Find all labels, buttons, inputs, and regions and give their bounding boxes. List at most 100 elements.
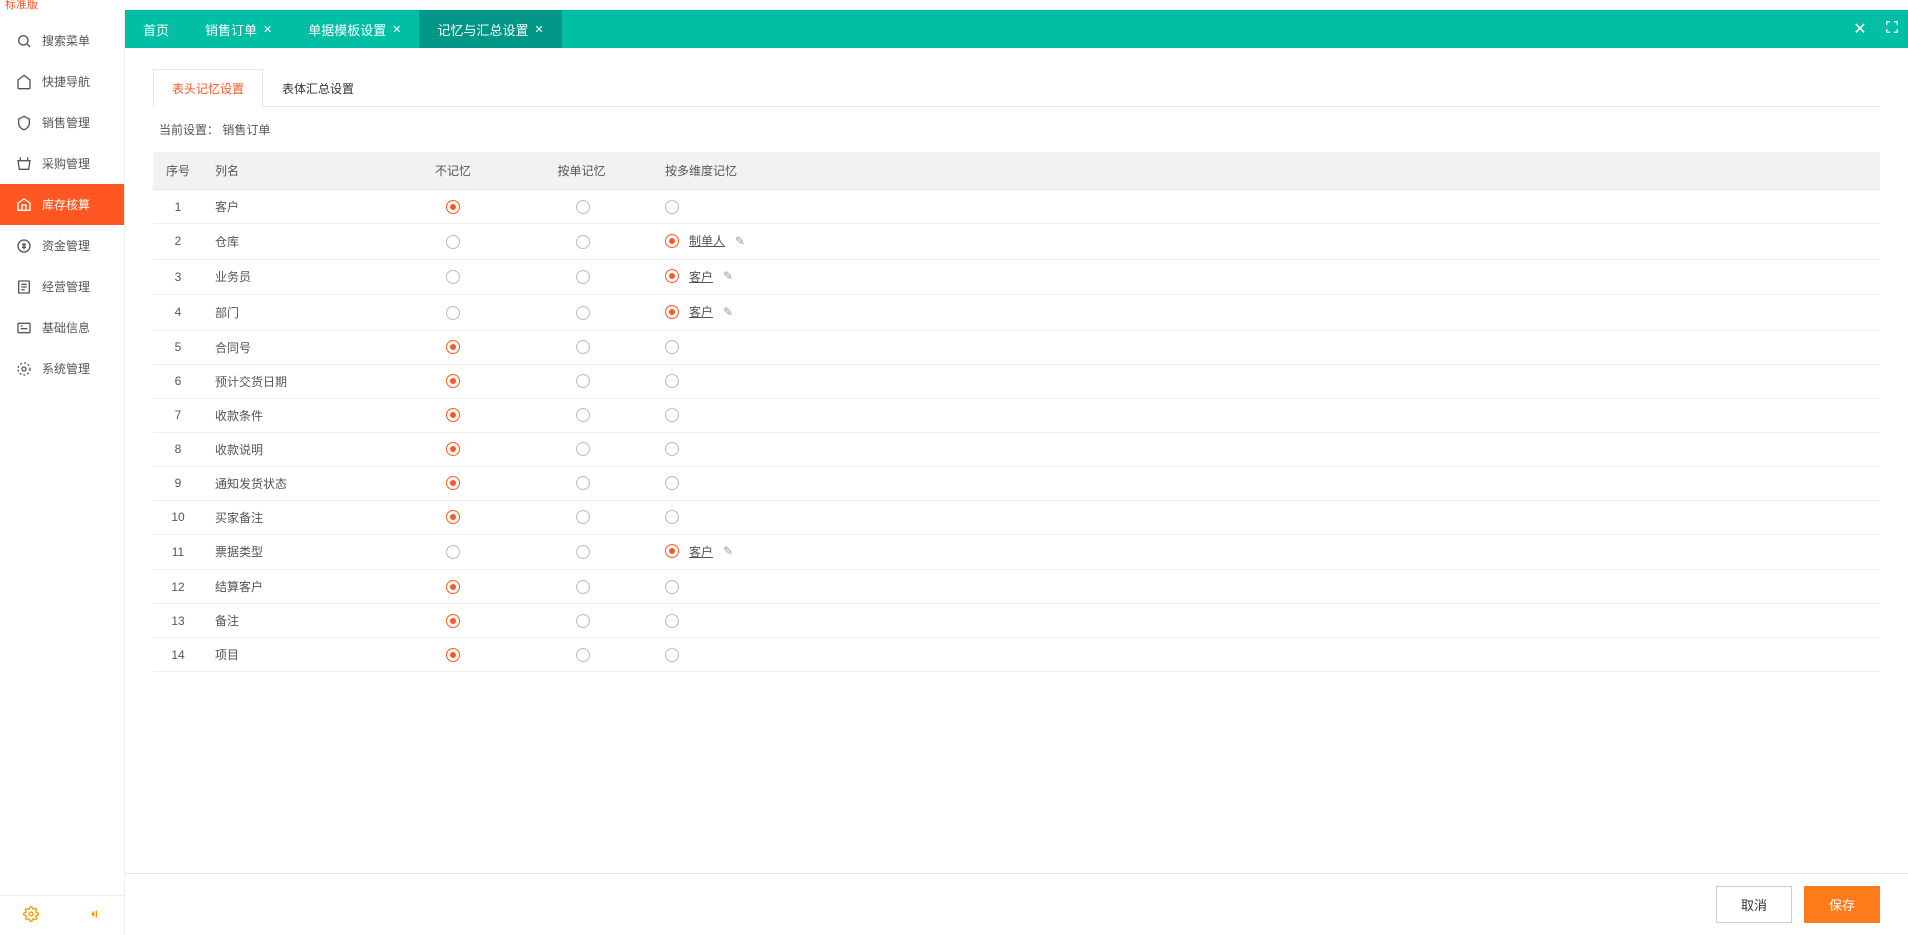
radio-doc[interactable] [576, 200, 590, 214]
radio-doc[interactable] [576, 306, 590, 320]
sidebar-item-purchase-mgmt[interactable]: 采购管理 [0, 143, 124, 184]
edit-icon[interactable]: ✎ [723, 544, 733, 558]
radio-no[interactable] [446, 545, 460, 559]
radio-dim[interactable] [665, 544, 679, 558]
dimension-link[interactable]: 客户 [689, 543, 713, 560]
radio-dim[interactable] [665, 340, 679, 354]
current-setting-value: 销售订单 [222, 123, 270, 137]
sidebar: 搜索菜单快捷导航销售管理采购管理库存核算资金管理经营管理基础信息系统管理 [0, 10, 125, 935]
radio-no[interactable] [446, 270, 460, 284]
radio-doc[interactable] [576, 510, 590, 524]
cell-seq: 2 [153, 224, 203, 260]
collapse-sidebar-button[interactable] [62, 896, 124, 935]
tab-2[interactable]: 单据模板设置✕ [290, 10, 419, 48]
radio-doc[interactable] [576, 408, 590, 422]
cell-seq: 6 [153, 364, 203, 398]
settings-gear-button[interactable] [0, 896, 62, 935]
dimension-link[interactable]: 客户 [689, 268, 713, 285]
radio-dim[interactable] [665, 476, 679, 490]
radio-dim[interactable] [665, 200, 679, 214]
radio-dim[interactable] [665, 648, 679, 662]
cell-by-doc [513, 500, 653, 534]
table-row: 9通知发货状态 [153, 466, 1880, 500]
dimension-link[interactable]: 客户 [689, 303, 713, 320]
sidebar-item-search-menu[interactable]: 搜索菜单 [0, 20, 124, 61]
sidebar-item-label: 采购管理 [42, 155, 90, 172]
radio-no[interactable] [446, 614, 460, 628]
tab-1[interactable]: 销售订单✕ [187, 10, 290, 48]
cell-name: 票据类型 [203, 534, 393, 570]
radio-no[interactable] [446, 340, 460, 354]
radio-dim[interactable] [665, 510, 679, 524]
sidebar-item-fund-mgmt[interactable]: 资金管理 [0, 225, 124, 266]
save-button[interactable]: 保存 [1804, 886, 1880, 923]
radio-doc[interactable] [576, 648, 590, 662]
sidebar-item-system-mgmt[interactable]: 系统管理 [0, 348, 124, 389]
radio-doc[interactable] [576, 235, 590, 249]
radio-doc[interactable] [576, 442, 590, 456]
cell-by-dim [653, 398, 1880, 432]
cell-by-doc [513, 432, 653, 466]
cell-seq: 4 [153, 295, 203, 331]
tab-3[interactable]: 记忆与汇总设置✕ [419, 10, 561, 48]
table-row: 4部门客户✎ [153, 295, 1880, 331]
radio-no[interactable] [446, 235, 460, 249]
radio-doc[interactable] [576, 614, 590, 628]
radio-dim[interactable] [665, 408, 679, 422]
radio-dim[interactable] [665, 234, 679, 248]
radio-no[interactable] [446, 580, 460, 594]
inner-tab-0[interactable]: 表头记忆设置 [153, 69, 263, 107]
cell-by-dim [653, 364, 1880, 398]
edit-icon[interactable]: ✎ [723, 269, 733, 283]
cell-seq: 5 [153, 330, 203, 364]
radio-doc[interactable] [576, 476, 590, 490]
tab-0[interactable]: 首页 [125, 10, 187, 48]
radio-doc[interactable] [576, 340, 590, 354]
table-row: 6预计交货日期 [153, 364, 1880, 398]
tab-close-icon[interactable]: ✕ [392, 23, 401, 36]
radio-no[interactable] [446, 306, 460, 320]
radio-dim[interactable] [665, 614, 679, 628]
radio-dim[interactable] [665, 269, 679, 283]
close-all-tabs-button[interactable]: ✕ [1844, 19, 1876, 39]
radio-dim[interactable] [665, 305, 679, 319]
sidebar-item-basic-info[interactable]: 基础信息 [0, 307, 124, 348]
cell-name: 买家备注 [203, 500, 393, 534]
table-row: 1客户 [153, 190, 1880, 224]
sidebar-item-sales-mgmt[interactable]: 销售管理 [0, 102, 124, 143]
cell-no-memory [393, 259, 513, 295]
radio-dim[interactable] [665, 374, 679, 388]
edit-icon[interactable]: ✎ [735, 234, 745, 248]
radio-no[interactable] [446, 408, 460, 422]
radio-doc[interactable] [576, 580, 590, 594]
collapse-icon [85, 911, 101, 925]
radio-dim[interactable] [665, 580, 679, 594]
cell-seq: 13 [153, 604, 203, 638]
fullscreen-button[interactable] [1876, 19, 1908, 40]
sidebar-item-inventory-costing[interactable]: 库存核算 [0, 184, 124, 225]
dimension-link[interactable]: 制单人 [689, 232, 725, 249]
radio-no[interactable] [446, 200, 460, 214]
cancel-button[interactable]: 取消 [1716, 886, 1792, 923]
tab-close-icon[interactable]: ✕ [263, 23, 272, 36]
radio-doc[interactable] [576, 270, 590, 284]
radio-dim[interactable] [665, 442, 679, 456]
cell-by-doc [513, 330, 653, 364]
cell-no-memory [393, 190, 513, 224]
radio-doc[interactable] [576, 374, 590, 388]
sidebar-item-operation-mgmt[interactable]: 经营管理 [0, 266, 124, 307]
tab-close-icon[interactable]: ✕ [535, 23, 544, 36]
quick-nav-icon [16, 74, 32, 90]
radio-no[interactable] [446, 442, 460, 456]
cell-name: 预计交货日期 [203, 364, 393, 398]
sidebar-item-quick-nav[interactable]: 快捷导航 [0, 61, 124, 102]
edit-icon[interactable]: ✎ [723, 305, 733, 319]
radio-doc[interactable] [576, 545, 590, 559]
radio-no[interactable] [446, 476, 460, 490]
radio-no[interactable] [446, 648, 460, 662]
inner-tab-1[interactable]: 表体汇总设置 [263, 69, 373, 107]
radio-no[interactable] [446, 374, 460, 388]
radio-no[interactable] [446, 510, 460, 524]
sidebar-item-label: 销售管理 [42, 114, 90, 131]
cell-by-doc [513, 259, 653, 295]
